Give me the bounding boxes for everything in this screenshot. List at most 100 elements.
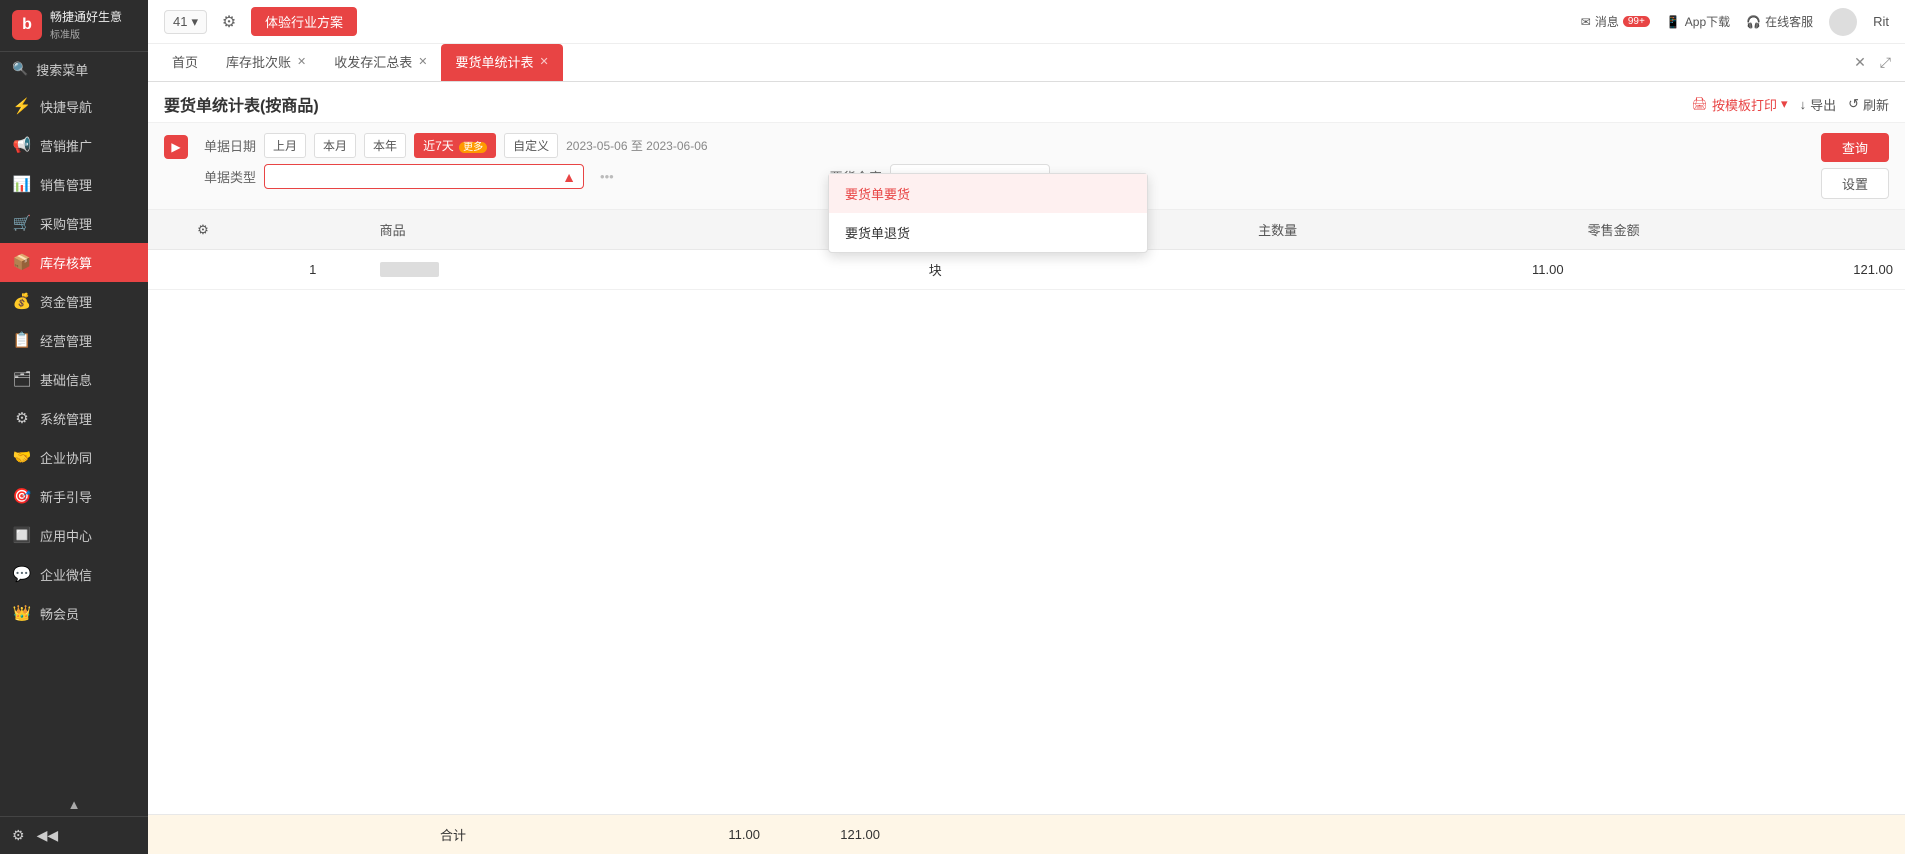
sidebar-item-quick-nav[interactable]: ⚡ 快捷导航 bbox=[0, 87, 148, 126]
sidebar-item-system[interactable]: ⚙ 系统管理 bbox=[0, 399, 148, 438]
sidebar-item-label: 应用中心 bbox=[40, 526, 92, 545]
user-name: Rit bbox=[1873, 14, 1889, 29]
total-amount: 121.00 bbox=[760, 827, 880, 842]
tab-recv-summary[interactable]: 收发存汇总表 ✕ bbox=[320, 44, 441, 81]
doc-type-label: 单据类型 bbox=[204, 167, 256, 186]
total-quantity: 11.00 bbox=[640, 827, 760, 842]
export-button[interactable]: ↓ 导出 bbox=[1800, 95, 1837, 114]
sidebar-item-label: 销售管理 bbox=[40, 175, 92, 194]
phone-icon: 📱 bbox=[1666, 15, 1681, 29]
doc-type-input[interactable] bbox=[264, 164, 584, 189]
date-filter-row: 单据日期 上月 本月 本年 近7天 更多 自定义 2023-05-06 至 20… bbox=[204, 133, 1050, 158]
sidebar-item-label: 新手引导 bbox=[40, 487, 92, 506]
chevron-down-icon: ▾ bbox=[1781, 96, 1788, 112]
tab-order-stats[interactable]: 要货单统计表 ✕ bbox=[441, 44, 562, 81]
tab-count-selector[interactable]: 41 ▾ bbox=[164, 10, 207, 34]
tab-home[interactable]: 首页 bbox=[158, 44, 212, 81]
scroll-up-btn[interactable]: ▲ bbox=[0, 793, 148, 816]
row-product: ████ ██ bbox=[368, 250, 917, 290]
sidebar-item-wechat[interactable]: 💬 企业微信 bbox=[0, 555, 148, 594]
refresh-icon: ↺ bbox=[1848, 96, 1859, 112]
sidebar-item-label: 库存核算 bbox=[40, 253, 92, 272]
tab-home-label: 首页 bbox=[172, 52, 198, 71]
last-month-btn[interactable]: 上月 bbox=[264, 133, 306, 158]
filter-settings-button[interactable]: 设置 bbox=[1821, 168, 1889, 199]
sidebar-item-vip[interactable]: 👑 畅会员 bbox=[0, 594, 148, 633]
logo-icon: b bbox=[12, 10, 42, 40]
online-service-button[interactable]: 🎧 在线客服 bbox=[1746, 13, 1813, 30]
query-button[interactable]: 查询 bbox=[1821, 133, 1889, 162]
purchase-icon: 🛒 bbox=[12, 214, 32, 232]
sidebar-item-sales[interactable]: 📊 销售管理 bbox=[0, 165, 148, 204]
table-container: ⚙ 商品 主计量单位 主数量 零售金额 1 ████ ██ 块 11.00 12… bbox=[148, 210, 1905, 814]
collapse-icon[interactable]: ◀◀ bbox=[37, 827, 59, 844]
custom-date-btn[interactable]: 自定义 bbox=[504, 133, 558, 158]
guide-icon: 🎯 bbox=[12, 487, 32, 505]
sidebar-item-inventory[interactable]: 📦 库存核算 bbox=[0, 243, 148, 282]
sidebar-nav: ⚡ 快捷导航 📢 营销推广 📊 销售管理 🛒 采购管理 📦 库存核算 💰 资金管… bbox=[0, 87, 148, 793]
quick-nav-icon: ⚡ bbox=[12, 97, 32, 115]
tab-recv-summary-label: 收发存汇总表 bbox=[334, 52, 412, 71]
messages-button[interactable]: ✉ 消息 99+ bbox=[1581, 13, 1650, 30]
close-all-tabs-icon[interactable]: ✕ bbox=[1850, 52, 1870, 73]
print-template-button[interactable]: 🖨 按模板打印 ▾ bbox=[1692, 95, 1788, 114]
print-icon: 🖨 bbox=[1692, 96, 1709, 112]
page-actions: 🖨 按模板打印 ▾ ↓ 导出 ↺ 刷新 bbox=[1692, 95, 1890, 114]
chevron-down-icon: ▾ bbox=[191, 14, 198, 30]
sidebar-item-guide[interactable]: 🎯 新手引导 bbox=[0, 477, 148, 516]
trial-button[interactable]: 体验行业方案 bbox=[251, 7, 357, 36]
basic-icon: 🗂 bbox=[12, 370, 32, 388]
row-unit: 块 bbox=[917, 250, 1246, 290]
col-quantity: 主数量 bbox=[1246, 210, 1575, 250]
dropdown-item-order-goods[interactable]: 要货单要货 bbox=[829, 174, 1147, 213]
maximize-icon[interactable]: ⤢ bbox=[1876, 52, 1895, 73]
filter-toggle-button[interactable]: ▶ bbox=[164, 135, 188, 159]
wechat-icon: 💬 bbox=[12, 565, 32, 583]
sidebar-item-enterprise[interactable]: 🤝 企业协同 bbox=[0, 438, 148, 477]
close-tab-recv-summary[interactable]: ✕ bbox=[418, 55, 427, 68]
more-badge: 更多 bbox=[459, 142, 487, 153]
sidebar-item-finance[interactable]: 💰 资金管理 bbox=[0, 282, 148, 321]
topbar-settings-icon[interactable]: ⚙ bbox=[215, 8, 243, 36]
sidebar-item-label: 采购管理 bbox=[40, 214, 92, 233]
export-label: 导出 bbox=[1810, 95, 1836, 114]
page-content: 要货单统计表(按商品) 🖨 按模板打印 ▾ ↓ 导出 ↺ 刷新 ▶ bbox=[148, 82, 1905, 854]
col-index bbox=[258, 210, 368, 250]
date-range-text: 2023-05-06 至 2023-06-06 bbox=[566, 137, 707, 154]
sidebar-bottom: ⚙ ◀◀ bbox=[0, 816, 148, 854]
search-menu[interactable]: 🔍 搜索菜单 bbox=[0, 52, 148, 87]
operation-icon: 📋 bbox=[12, 331, 32, 349]
dropdown-item-order-return[interactable]: 要货单退货 bbox=[829, 213, 1147, 252]
col-amount: 零售金额 bbox=[1576, 210, 1905, 250]
more-options-icon[interactable]: ••• bbox=[600, 169, 614, 184]
sidebar-item-label: 快捷导航 bbox=[40, 97, 92, 116]
col-settings[interactable]: ⚙ bbox=[148, 210, 258, 250]
app-name: 畅捷通好生意 bbox=[50, 10, 122, 26]
tab-inventory-batch[interactable]: 库存批次账 ✕ bbox=[212, 44, 320, 81]
last-7-days-btn[interactable]: 近7天 更多 bbox=[414, 133, 496, 158]
close-tab-order-stats[interactable]: ✕ bbox=[540, 55, 549, 68]
sidebar-item-app-center[interactable]: 🔲 应用中心 bbox=[0, 516, 148, 555]
this-year-btn[interactable]: 本年 bbox=[364, 133, 406, 158]
search-icon: 🔍 bbox=[12, 61, 28, 77]
filter-bar: ▶ 单据日期 上月 本月 本年 近7天 更多 自定义 2023-05-06 至 … bbox=[148, 123, 1905, 210]
app-center-icon: 🔲 bbox=[12, 526, 32, 544]
refresh-label: 刷新 bbox=[1863, 95, 1889, 114]
doc-type-chevron-up-icon[interactable]: ▲ bbox=[562, 169, 576, 185]
sidebar-item-marketing[interactable]: 📢 营销推广 bbox=[0, 126, 148, 165]
user-avatar[interactable] bbox=[1829, 8, 1857, 36]
vip-icon: 👑 bbox=[12, 604, 32, 622]
app-download-button[interactable]: 📱 App下载 bbox=[1666, 13, 1730, 30]
refresh-button[interactable]: ↺ 刷新 bbox=[1848, 95, 1889, 114]
close-tab-inventory-batch[interactable]: ✕ bbox=[297, 55, 306, 68]
doc-type-dropdown: 要货单要货 要货单退货 bbox=[828, 173, 1148, 253]
enterprise-icon: 🤝 bbox=[12, 448, 32, 466]
online-service-label: 在线客服 bbox=[1765, 13, 1813, 30]
this-month-btn[interactable]: 本月 bbox=[314, 133, 356, 158]
topbar: 41 ▾ ⚙ 体验行业方案 ✉ 消息 99+ 📱 App下载 🎧 在线客服 Ri… bbox=[148, 0, 1905, 44]
sidebar-item-label: 基础信息 bbox=[40, 370, 92, 389]
sidebar-item-operation[interactable]: 📋 经营管理 bbox=[0, 321, 148, 360]
settings-icon[interactable]: ⚙ bbox=[12, 827, 25, 844]
sidebar-item-basic[interactable]: 🗂 基础信息 bbox=[0, 360, 148, 399]
sidebar-item-purchase[interactable]: 🛒 采购管理 bbox=[0, 204, 148, 243]
